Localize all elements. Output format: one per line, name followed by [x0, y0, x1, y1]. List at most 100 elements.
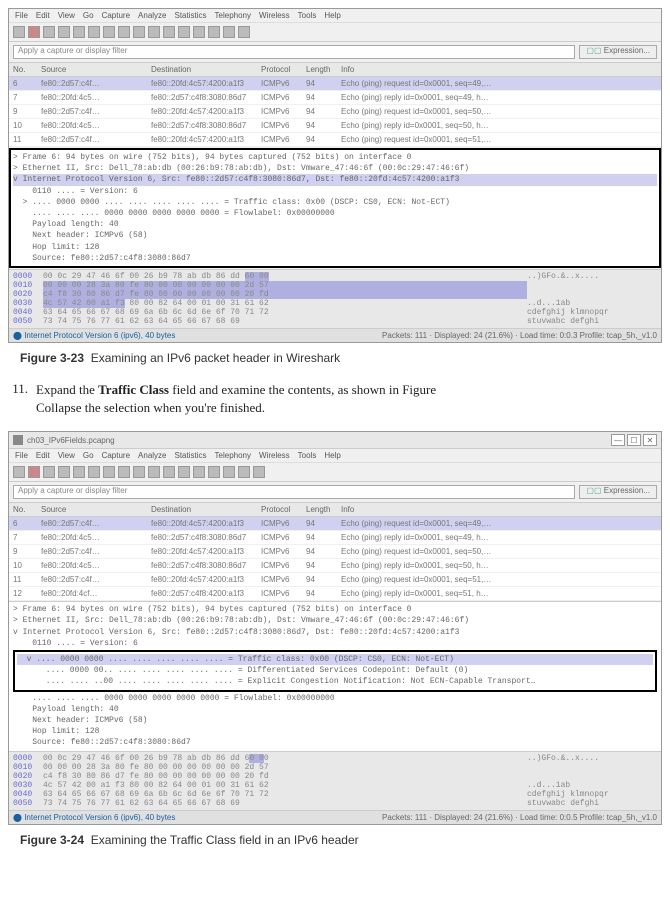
- col-no[interactable]: No.: [9, 63, 37, 76]
- open-icon[interactable]: [58, 26, 70, 38]
- hex-dump[interactable]: 0000 0010 0020 0030 0040 0050 00 0c 29 4…: [9, 269, 661, 328]
- menu-statistics[interactable]: Statistics: [175, 451, 207, 460]
- zoom-reset-icon[interactable]: [238, 26, 250, 38]
- last-icon[interactable]: [193, 26, 205, 38]
- col-destination[interactable]: Destination: [147, 503, 257, 516]
- close-button[interactable]: ✕: [643, 434, 657, 446]
- reload-icon[interactable]: [103, 466, 115, 478]
- detail-source[interactable]: Source: fe80::2d57:c4f8:3080:86d7: [13, 253, 657, 264]
- packet-details-highlighted[interactable]: > Frame 6: 94 bytes on wire (752 bits), …: [9, 148, 661, 268]
- detail-traffic-class[interactable]: > .... 0000 0000 .... .... .... .... ...…: [13, 197, 657, 208]
- goto-icon[interactable]: [163, 466, 175, 478]
- packet-row[interactable]: 11fe80::2d57:c4f…fe80::20fd:4c57:4200:a1…: [9, 133, 661, 147]
- zoom-reset-icon[interactable]: [238, 466, 250, 478]
- menu-telephony[interactable]: Telephony: [215, 451, 251, 460]
- detail-ethernet[interactable]: > Ethernet II, Src: Dell_78:ab:db (00:26…: [13, 615, 657, 626]
- packet-row[interactable]: 9fe80::2d57:c4f…fe80::20fd:4c57:4200:a1f…: [9, 545, 661, 559]
- expression-button[interactable]: ▢▢ Expression...: [579, 45, 657, 59]
- packet-row[interactable]: 12fe80::20fd:4cf…fe80::2d57:c4f8:4200:a1…: [9, 587, 661, 601]
- menu-capture[interactable]: Capture: [102, 11, 130, 20]
- menu-edit[interactable]: Edit: [36, 11, 50, 20]
- last-icon[interactable]: [193, 466, 205, 478]
- packet-list[interactable]: No. Source Destination Protocol Length I…: [9, 503, 661, 601]
- menu-statistics[interactable]: Statistics: [175, 11, 207, 20]
- detail-next-header[interactable]: Next header: ICMPv6 (58): [13, 715, 657, 726]
- fwd-icon[interactable]: [148, 466, 160, 478]
- menu-telephony[interactable]: Telephony: [215, 11, 251, 20]
- packet-row[interactable]: 11fe80::2d57:c4f…fe80::20fd:4c57:4200:a1…: [9, 573, 661, 587]
- menu-tools[interactable]: Tools: [298, 451, 317, 460]
- menu-go[interactable]: Go: [83, 11, 94, 20]
- minimize-button[interactable]: —: [611, 434, 625, 446]
- hex-dump[interactable]: 0000 0010 0020 0030 0040 0050 00 0c 29 4…: [9, 751, 661, 810]
- packet-row[interactable]: 7fe80::20fd:4c5…fe80::2d57:c4f8:3080:86d…: [9, 91, 661, 105]
- open-icon[interactable]: [58, 466, 70, 478]
- zoom-out-icon[interactable]: [223, 466, 235, 478]
- detail-next-header[interactable]: Next header: ICMPv6 (58): [13, 230, 657, 241]
- menu-view[interactable]: View: [58, 11, 75, 20]
- col-source[interactable]: Source: [37, 503, 147, 516]
- first-icon[interactable]: [178, 26, 190, 38]
- detail-source[interactable]: Source: fe80::2d57:c4f8:3080:86d7: [13, 737, 657, 748]
- menu-view[interactable]: View: [58, 451, 75, 460]
- detail-version[interactable]: 0110 .... = Version: 6: [13, 186, 657, 197]
- detail-ecn[interactable]: .... .... ..00 .... .... .... .... .... …: [17, 676, 653, 687]
- detail-hop-limit[interactable]: Hop limit: 128: [13, 242, 657, 253]
- col-destination[interactable]: Destination: [147, 63, 257, 76]
- detail-dscp[interactable]: .... 0000 00.. .... .... .... .... .... …: [17, 665, 653, 676]
- fwd-icon[interactable]: [148, 26, 160, 38]
- detail-ipv6[interactable]: v Internet Protocol Version 6, Src: fe80…: [13, 174, 657, 185]
- zoom-in-icon[interactable]: [208, 26, 220, 38]
- display-filter-input[interactable]: Apply a capture or display filter: [13, 45, 575, 59]
- col-length[interactable]: Length: [302, 63, 337, 76]
- goto-icon[interactable]: [163, 26, 175, 38]
- expression-button[interactable]: ▢▢ Expression...: [579, 485, 657, 499]
- zoom-out-icon[interactable]: [223, 26, 235, 38]
- detail-traffic-class[interactable]: v .... 0000 0000 .... .... .... .... ...…: [17, 654, 653, 665]
- detail-payload-length[interactable]: Payload length: 40: [13, 704, 657, 715]
- menu-help[interactable]: Help: [324, 451, 340, 460]
- restart-icon[interactable]: [43, 466, 55, 478]
- col-info[interactable]: Info: [337, 63, 661, 76]
- detail-flowlabel[interactable]: .... .... .... 0000 0000 0000 0000 0000 …: [13, 693, 657, 704]
- close-icon[interactable]: [88, 26, 100, 38]
- menu-wireless[interactable]: Wireless: [259, 11, 290, 20]
- detail-hop-limit[interactable]: Hop limit: 128: [13, 726, 657, 737]
- menu-analyze[interactable]: Analyze: [138, 451, 166, 460]
- maximize-button[interactable]: ☐: [627, 434, 641, 446]
- save-icon[interactable]: [73, 466, 85, 478]
- back-icon[interactable]: [133, 26, 145, 38]
- resize-cols-icon[interactable]: [253, 466, 265, 478]
- packet-row[interactable]: 7fe80::20fd:4c5…fe80::2d57:c4f8:3080:86d…: [9, 531, 661, 545]
- detail-payload-length[interactable]: Payload length: 40: [13, 219, 657, 230]
- menu-help[interactable]: Help: [324, 11, 340, 20]
- reload-icon[interactable]: [103, 26, 115, 38]
- detail-ipv6[interactable]: v Internet Protocol Version 6, Src: fe80…: [13, 627, 657, 638]
- packet-row[interactable]: 6fe80::2d57:c4f…fe80::20fd:4c57:4200:a1f…: [9, 77, 661, 91]
- packet-row[interactable]: 6fe80::2d57:c4f…fe80::20fd:4c57:4200:a1f…: [9, 517, 661, 531]
- detail-flowlabel[interactable]: .... .... .... 0000 0000 0000 0000 0000 …: [13, 208, 657, 219]
- detail-version[interactable]: 0110 .... = Version: 6: [13, 638, 657, 649]
- packet-row[interactable]: 9fe80::2d57:c4f…fe80::20fd:4c57:4200:a1f…: [9, 105, 661, 119]
- stop-icon[interactable]: [28, 466, 40, 478]
- detail-frame[interactable]: > Frame 6: 94 bytes on wire (752 bits), …: [13, 152, 657, 163]
- menu-file[interactable]: File: [15, 451, 28, 460]
- packet-list[interactable]: No. Source Destination Protocol Length I…: [9, 63, 661, 147]
- menu-file[interactable]: File: [15, 11, 28, 20]
- detail-ethernet[interactable]: > Ethernet II, Src: Dell_78:ab:db (00:26…: [13, 163, 657, 174]
- col-source[interactable]: Source: [37, 63, 147, 76]
- find-icon[interactable]: [118, 26, 130, 38]
- shark-fin-icon[interactable]: [13, 26, 25, 38]
- menu-analyze[interactable]: Analyze: [138, 11, 166, 20]
- close-icon[interactable]: [88, 466, 100, 478]
- stop-icon[interactable]: [28, 26, 40, 38]
- shark-fin-icon[interactable]: [13, 466, 25, 478]
- col-length[interactable]: Length: [302, 503, 337, 516]
- packet-details[interactable]: > Frame 6: 94 bytes on wire (752 bits), …: [9, 601, 661, 750]
- col-protocol[interactable]: Protocol: [257, 503, 302, 516]
- col-protocol[interactable]: Protocol: [257, 63, 302, 76]
- menu-tools[interactable]: Tools: [298, 11, 317, 20]
- packet-row[interactable]: 10fe80::20fd:4c5…fe80::2d57:c4f8:3080:86…: [9, 559, 661, 573]
- col-no[interactable]: No.: [9, 503, 37, 516]
- back-icon[interactable]: [133, 466, 145, 478]
